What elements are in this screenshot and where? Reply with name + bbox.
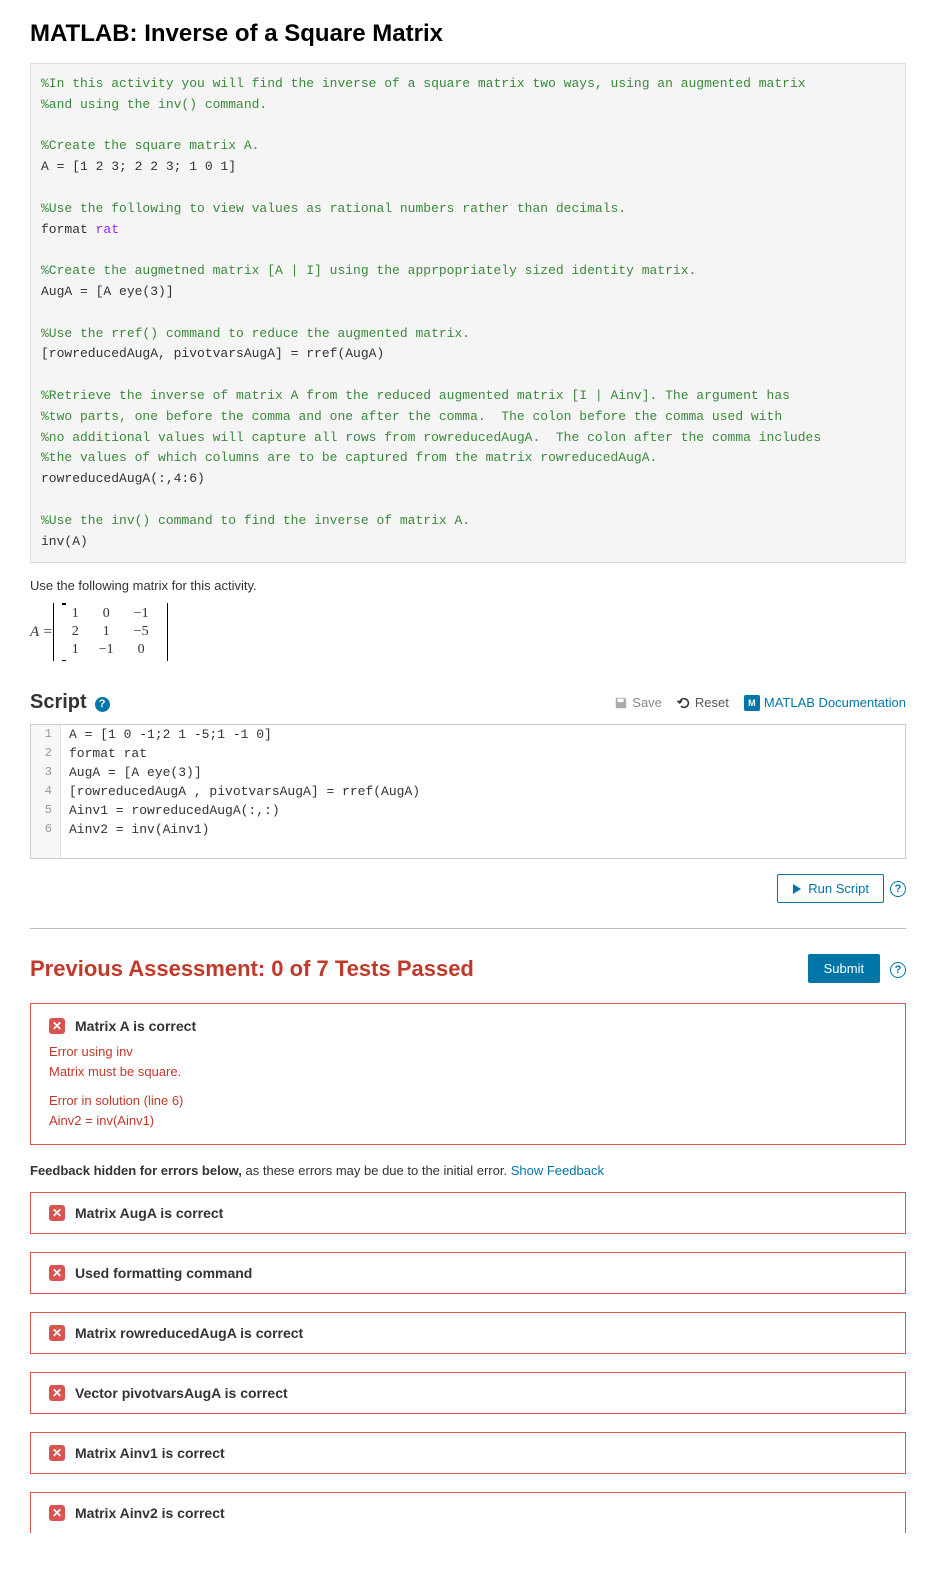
save-icon bbox=[614, 696, 628, 710]
section-divider bbox=[30, 928, 906, 929]
test-result-ainv1[interactable]: ✕Matrix Ainv1 is correct bbox=[30, 1432, 906, 1474]
submit-help-icon[interactable]: ? bbox=[890, 962, 906, 978]
submit-button[interactable]: Submit bbox=[808, 954, 880, 983]
example-code-block: %In this activity you will find the inve… bbox=[30, 63, 906, 563]
reset-button[interactable]: Reset bbox=[677, 695, 729, 710]
help-icon[interactable]: ? bbox=[95, 697, 110, 712]
code-editor[interactable]: 1A = [1 0 -1;2 1 -5;1 -1 0] 2format rat … bbox=[30, 724, 906, 859]
page-title: MATLAB: Inverse of a Square Matrix bbox=[30, 20, 906, 48]
fail-icon: ✕ bbox=[49, 1325, 65, 1341]
fail-icon: ✕ bbox=[49, 1018, 65, 1034]
test-result-auga[interactable]: ✕Matrix AugA is correct bbox=[30, 1192, 906, 1234]
show-feedback-link[interactable]: Show Feedback bbox=[511, 1163, 604, 1178]
test-result-matrix-a: ✕ Matrix A is correct Error using inv Ma… bbox=[30, 1003, 906, 1145]
test-result-format[interactable]: ✕Used formatting command bbox=[30, 1252, 906, 1294]
run-script-button[interactable]: Run Script bbox=[777, 874, 884, 903]
test-result-rowreduced[interactable]: ✕Matrix rowreducedAugA is correct bbox=[30, 1312, 906, 1354]
fail-icon: ✕ bbox=[49, 1385, 65, 1401]
feedback-note: Feedback hidden for errors below, as the… bbox=[30, 1163, 906, 1178]
assessment-heading: Previous Assessment: 0 of 7 Tests Passed bbox=[30, 956, 474, 982]
fail-icon: ✕ bbox=[49, 1445, 65, 1461]
fail-icon: ✕ bbox=[49, 1265, 65, 1281]
matlab-doc-link[interactable]: M MATLAB Documentation bbox=[744, 695, 906, 711]
fail-icon: ✕ bbox=[49, 1205, 65, 1221]
reset-icon bbox=[677, 696, 691, 710]
matrix-display: A = 10−1 21−5 1−10 bbox=[30, 603, 906, 661]
activity-instruction: Use the following matrix for this activi… bbox=[30, 578, 906, 593]
script-heading: Script bbox=[30, 691, 87, 713]
save-button[interactable]: Save bbox=[614, 695, 662, 710]
play-icon bbox=[792, 884, 802, 894]
fail-icon: ✕ bbox=[49, 1505, 65, 1521]
matlab-icon: M bbox=[744, 695, 760, 711]
run-help-icon[interactable]: ? bbox=[890, 881, 906, 897]
test-result-pivotvars[interactable]: ✕Vector pivotvarsAugA is correct bbox=[30, 1372, 906, 1414]
